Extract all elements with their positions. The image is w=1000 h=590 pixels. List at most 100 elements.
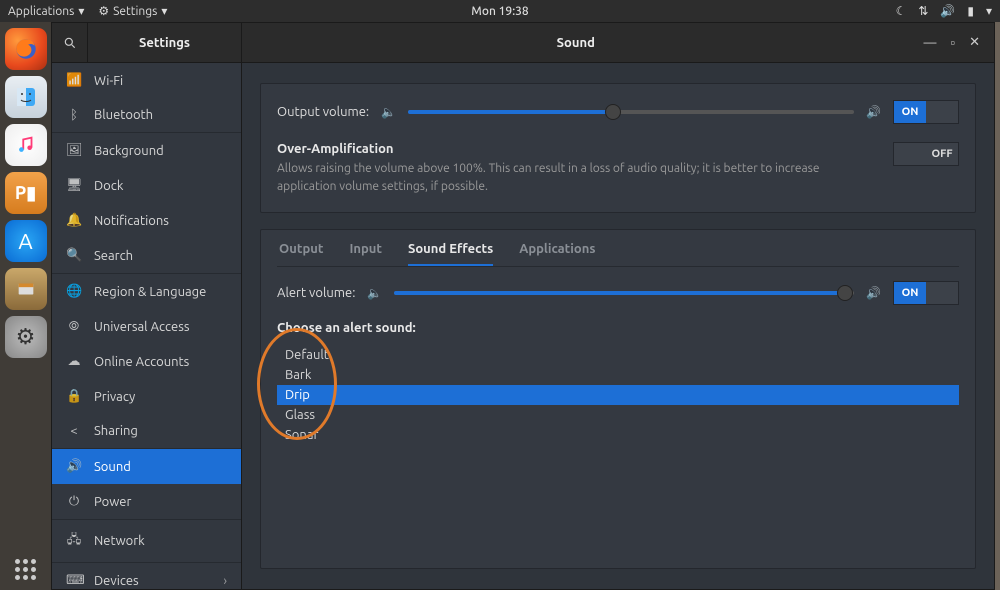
sidebar-item-label: Network	[94, 534, 145, 548]
dock: P▮ A ⚙	[0, 22, 51, 590]
chevron-down-icon: ▾	[161, 4, 167, 18]
titlebar: Settings Sound — ▫ ✕	[52, 23, 994, 63]
chevron-down-icon: ▾	[78, 4, 84, 18]
sidebar-item-network[interactable]: 🖧 Network	[52, 520, 241, 562]
output-mute-toggle[interactable]: ON	[893, 100, 959, 124]
sidebar-item-wi-fi[interactable]: 📶 Wi-Fi	[52, 63, 241, 98]
tab-applications[interactable]: Applications	[519, 234, 595, 266]
overamp-toggle[interactable]: OFF	[893, 142, 959, 166]
minimize-button[interactable]: —	[924, 36, 937, 50]
firefox-icon	[13, 36, 39, 62]
sidebar-item-sharing[interactable]: < Sharing	[52, 414, 241, 448]
settings-window: Settings Sound — ▫ ✕ 📶 Wi-Fiᛒ Bluetooth🖼…	[51, 22, 995, 590]
overamp-description: Allows raising the volume above 100%. Th…	[277, 160, 879, 196]
bluetooth-icon: ᛒ	[66, 108, 82, 122]
sidebar-item-dock[interactable]: 🖥 Dock	[52, 168, 241, 203]
sidebar-item-label: Dock	[94, 179, 123, 193]
sidebar-item-label: Universal Access	[94, 320, 189, 334]
alert-sound-list[interactable]: DefaultBarkDripGlassSonar	[277, 345, 959, 445]
toggle-off-label: OFF	[926, 143, 958, 165]
sidebar-item-label: Region & Language	[94, 285, 206, 299]
sidebar-item-search[interactable]: 🔍 Search	[52, 238, 241, 273]
sidebar-item-power[interactable]: ⏻ Power	[52, 484, 241, 519]
maximize-button[interactable]: ▫	[950, 35, 955, 50]
sidebar-item-label: Privacy	[94, 390, 135, 404]
alert-sound-drip[interactable]: Drip	[277, 385, 959, 405]
alert-volume-slider[interactable]	[394, 291, 854, 295]
dock-app-presentation[interactable]: P▮	[5, 172, 47, 214]
top-bar: Applications ▾ ⚙ Settings ▾ Mon 19:38 ☾ …	[0, 0, 1000, 22]
tab-input[interactable]: Input	[349, 234, 382, 266]
sidebar-item-region-language[interactable]: 🌐 Region & Language	[52, 274, 241, 309]
volume-low-icon: 🔈	[367, 286, 382, 300]
image-icon: 🖼	[66, 143, 82, 158]
show-applications-button[interactable]	[15, 559, 36, 580]
network-icon[interactable]: ⇅	[918, 4, 928, 18]
sidebar-item-notifications[interactable]: 🔔 Notifications	[52, 203, 241, 238]
sidebar-item-label: Search	[94, 249, 133, 263]
clock[interactable]: Mon 19:38	[471, 5, 528, 18]
speaker-icon: 🔊	[66, 459, 82, 474]
dock-app-files[interactable]	[5, 76, 47, 118]
menu-applications[interactable]: Applications ▾	[8, 4, 84, 18]
sidebar-item-devices[interactable]: ⌨ Devices›	[52, 563, 241, 589]
output-volume-label: Output volume:	[277, 105, 369, 119]
sidebar-item-label: Notifications	[94, 214, 169, 228]
search-icon	[63, 36, 77, 50]
power-icon[interactable]: ▾	[986, 4, 992, 18]
appstore-icon: A	[18, 229, 32, 254]
cloud-icon: ☁	[66, 354, 82, 369]
settings-label: Settings	[113, 5, 157, 18]
sidebar-item-label: Online Accounts	[94, 355, 189, 369]
volume-high-icon: 🔊	[866, 105, 881, 119]
toggle-on-half	[894, 143, 926, 165]
search-button[interactable]	[52, 23, 88, 63]
alert-sound-glass[interactable]: Glass	[277, 405, 959, 425]
window-controls: — ▫ ✕	[910, 23, 994, 62]
settings-sidebar[interactable]: 📶 Wi-Fiᛒ Bluetooth🖼 Background🖥 Dock🔔 No…	[52, 63, 242, 589]
sidebar-item-label: Sharing	[94, 424, 138, 438]
dock-app-system-settings[interactable]: ⚙	[5, 316, 47, 358]
battery-icon[interactable]: ▮	[967, 4, 974, 18]
sidebar-item-online-accounts[interactable]: ☁ Online Accounts	[52, 344, 241, 379]
dock-app-store[interactable]: A	[5, 220, 47, 262]
gear-icon: ⚙	[16, 324, 36, 350]
page-title: Sound	[242, 23, 910, 62]
output-volume-slider[interactable]	[408, 110, 854, 114]
sidebar-item-label: Background	[94, 144, 164, 158]
dock-app-disk[interactable]	[5, 268, 47, 310]
close-button[interactable]: ✕	[969, 35, 980, 50]
sidebar-item-background[interactable]: 🖼 Background	[52, 133, 241, 168]
volume-icon[interactable]: 🔊	[940, 4, 955, 18]
sidebar-item-sound[interactable]: 🔊 Sound	[52, 449, 241, 484]
settings-icon: ⚙	[98, 4, 109, 18]
bell-icon: 🔔	[66, 213, 82, 228]
sidebar-item-bluetooth[interactable]: ᛒ Bluetooth	[52, 98, 241, 132]
dock-app-firefox[interactable]	[5, 28, 47, 70]
sidebar-item-privacy[interactable]: 🔒 Privacy	[52, 379, 241, 414]
sidebar-item-universal-access[interactable]: ⦾ Universal Access	[52, 309, 241, 344]
tab-output[interactable]: Output	[279, 234, 323, 266]
universal-icon: ⦾	[66, 319, 82, 334]
sidebar-item-label: Bluetooth	[94, 108, 153, 122]
alert-volume-label: Alert volume:	[277, 286, 355, 300]
share-icon: <	[66, 424, 82, 438]
network-icon: 🖧	[66, 530, 82, 552]
sidebar-header: Settings	[52, 23, 242, 62]
alert-sound-bark[interactable]: Bark	[277, 365, 959, 385]
devices-icon: ⌨	[66, 573, 82, 588]
applications-label: Applications	[8, 5, 74, 18]
menu-settings[interactable]: ⚙ Settings ▾	[98, 4, 167, 18]
lock-icon: 🔒	[66, 389, 82, 404]
dock-app-music[interactable]	[5, 124, 47, 166]
volume-low-icon: 🔈	[381, 105, 396, 119]
alert-sound-default[interactable]: Default	[277, 345, 959, 365]
sidebar-item-label: Sound	[94, 460, 131, 474]
alert-sound-sonar[interactable]: Sonar	[277, 425, 959, 445]
sidebar-item-label: Wi-Fi	[94, 74, 123, 88]
alert-mute-toggle[interactable]: ON	[893, 281, 959, 305]
sound-tabs: Output Input Sound Effects Applications	[277, 234, 959, 267]
tab-sound-effects[interactable]: Sound Effects	[408, 234, 493, 266]
night-icon[interactable]: ☾	[896, 4, 907, 18]
toggle-off-half	[926, 282, 958, 304]
